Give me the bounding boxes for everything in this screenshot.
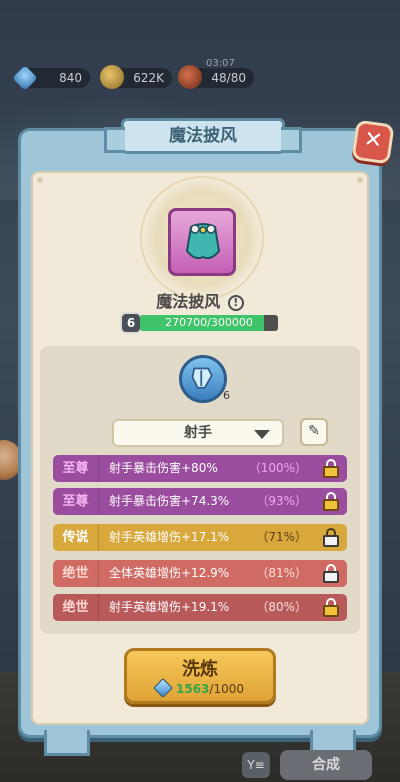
corner-ornament bbox=[357, 177, 363, 183]
resource-bar: 840 622K 48/80 bbox=[0, 65, 400, 92]
refine-required: /1000 bbox=[209, 682, 244, 696]
attribute-rarity-tag: 至尊 bbox=[53, 455, 99, 482]
item-level-badge: 6 bbox=[120, 312, 142, 334]
chevron-down-icon bbox=[254, 430, 270, 439]
stamina-counter[interactable]: 48/80 bbox=[178, 65, 254, 89]
pencil-icon: ✎ bbox=[308, 423, 320, 439]
refine-label: 洗炼 bbox=[182, 659, 218, 680]
close-x-icon: ✕ bbox=[362, 126, 385, 155]
cape-icon bbox=[185, 223, 221, 260]
refine-cost: 1563/1000 bbox=[127, 678, 273, 698]
attribute-percent: （93%） bbox=[256, 494, 307, 508]
filter-button[interactable]: Y≡ bbox=[242, 752, 270, 778]
attribute-description: 全体英雄增伤+12.9% bbox=[109, 566, 230, 580]
item-icon-frame[interactable] bbox=[168, 208, 236, 276]
refine-stone-icon bbox=[153, 678, 173, 698]
attribute-row: 至尊 射手暴击伤害+80% （100%） bbox=[53, 455, 347, 482]
refine-owned: 1563 bbox=[176, 682, 210, 696]
info-icon[interactable]: ! bbox=[227, 295, 244, 311]
archer-class-badge[interactable]: 6 bbox=[179, 355, 230, 403]
attribute-description: 射手暴击伤害+80% bbox=[109, 461, 218, 475]
corner-ornament bbox=[37, 177, 43, 183]
close-button[interactable]: ✕ bbox=[351, 119, 395, 165]
lock-icon[interactable] bbox=[323, 528, 341, 547]
item-name: 魔法披风 bbox=[156, 292, 221, 311]
attribute-row: 绝世 全体英雄增伤+12.9% （81%） bbox=[53, 560, 347, 587]
item-name-row: 魔法披风 ! bbox=[0, 288, 400, 312]
class-dropdown-value: 射手 bbox=[184, 425, 212, 441]
gem-counter[interactable]: 840 bbox=[12, 65, 90, 91]
attribute-rarity-tag: 绝世 bbox=[53, 560, 99, 587]
gold-counter[interactable]: 622K bbox=[100, 65, 172, 89]
lock-icon[interactable] bbox=[323, 564, 341, 583]
attribute-row: 传说 射手英雄增伤+17.1% （71%） bbox=[53, 524, 347, 551]
attribute-percent: （71%） bbox=[256, 530, 307, 544]
stamina-count: 48/80 bbox=[211, 71, 246, 85]
attribute-percent: （80%） bbox=[256, 600, 307, 614]
lock-icon[interactable] bbox=[323, 492, 341, 511]
item-exp-text: 270700/300000 bbox=[165, 316, 253, 329]
attribute-rarity-tag: 绝世 bbox=[53, 594, 99, 621]
gold-count: 622K bbox=[133, 71, 164, 85]
gem-count: 840 bbox=[59, 71, 82, 85]
lock-icon[interactable] bbox=[323, 459, 341, 478]
attribute-row: 至尊 射手暴击伤害+74.3% （93%） bbox=[53, 488, 347, 515]
class-badge-level: 6 bbox=[223, 389, 230, 402]
gem-icon bbox=[12, 65, 38, 91]
gold-coin-icon bbox=[100, 65, 124, 89]
attribute-row: 绝世 射手英雄增伤+19.1% （80%） bbox=[53, 594, 347, 621]
dialog-title: 魔法披风 bbox=[104, 118, 302, 154]
attribute-description: 射手英雄增伤+17.1% bbox=[109, 530, 230, 544]
class-dropdown[interactable]: 射手 bbox=[112, 419, 284, 447]
attribute-rarity-tag: 至尊 bbox=[53, 488, 99, 515]
attribute-percent: （81%） bbox=[256, 566, 307, 580]
merge-tab[interactable]: 合成 bbox=[280, 750, 372, 780]
lock-icon[interactable] bbox=[323, 598, 341, 617]
refine-button[interactable]: 洗炼 1563/1000 bbox=[124, 648, 276, 704]
attribute-description: 射手英雄增伤+19.1% bbox=[109, 600, 230, 614]
edit-button[interactable]: ✎ bbox=[300, 418, 328, 446]
attribute-description: 射手暴击伤害+74.3% bbox=[109, 494, 230, 508]
bottom-tabs: Y≡ 合成 bbox=[0, 748, 400, 782]
attribute-percent: （100%） bbox=[248, 461, 307, 475]
item-exp-bar: 270700/300000 bbox=[140, 315, 278, 331]
archer-emblem-icon bbox=[191, 367, 213, 389]
meat-icon bbox=[178, 65, 202, 89]
attribute-rarity-tag: 传说 bbox=[53, 524, 99, 551]
